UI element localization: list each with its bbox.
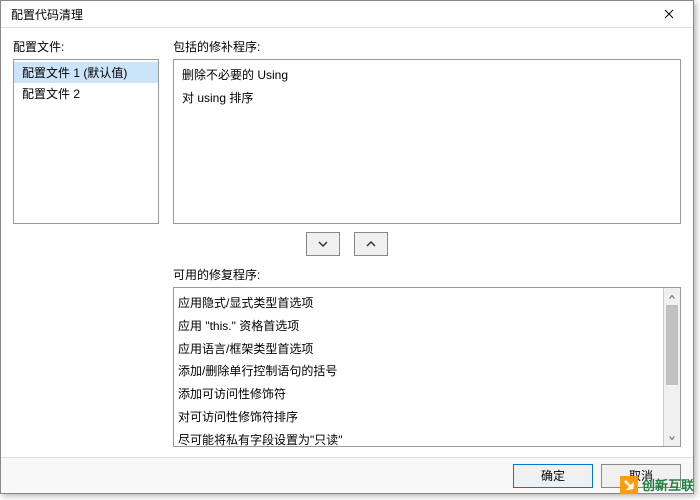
close-button[interactable]	[649, 1, 689, 27]
available-label: 可用的修复程序:	[173, 266, 681, 283]
move-down-button[interactable]	[306, 232, 340, 256]
list-item[interactable]: 添加/删除单行控制语句的括号	[178, 360, 659, 383]
list-item[interactable]: 对 using 排序	[182, 87, 672, 110]
ok-button[interactable]: 确定	[513, 464, 593, 488]
chevron-up-icon	[366, 239, 376, 249]
move-up-button[interactable]	[354, 232, 388, 256]
chevron-down-icon	[318, 239, 328, 249]
close-icon	[664, 9, 674, 19]
dialog-body: 配置文件: 配置文件 1 (默认值) 配置文件 2 包括的修补程序: 删除不必要…	[1, 28, 693, 447]
dialog-window: 配置代码清理 配置文件: 配置文件 1 (默认值) 配置文件 2 包括的修补程序…	[0, 0, 694, 494]
scroll-up-icon[interactable]	[664, 288, 680, 305]
list-item[interactable]: 尽可能将私有字段设置为"只读"	[178, 429, 659, 446]
cancel-button[interactable]: 取消	[601, 464, 681, 488]
window-title: 配置代码清理	[11, 6, 83, 23]
list-item[interactable]: 应用隐式/显式类型首选项	[178, 292, 659, 315]
scroll-down-icon[interactable]	[664, 429, 680, 446]
list-item[interactable]: 应用 "this." 资格首选项	[178, 315, 659, 338]
scrollbar-track[interactable]	[664, 385, 680, 429]
list-item[interactable]: 配置文件 2	[14, 83, 158, 104]
dialog-footer: 确定 取消	[1, 457, 693, 493]
titlebar: 配置代码清理	[1, 1, 693, 28]
available-fixers-box[interactable]: 应用隐式/显式类型首选项 应用 "this." 资格首选项 应用语言/框架类型首…	[173, 287, 681, 447]
list-item[interactable]: 添加可访问性修饰符	[178, 383, 659, 406]
profiles-listbox[interactable]: 配置文件 1 (默认值) 配置文件 2	[13, 59, 159, 224]
included-label: 包括的修补程序:	[173, 38, 681, 55]
scrollbar[interactable]	[663, 288, 680, 446]
scrollbar-thumb[interactable]	[666, 305, 678, 385]
list-item[interactable]: 对可访问性修饰符排序	[178, 406, 659, 429]
list-item[interactable]: 配置文件 1 (默认值)	[14, 62, 158, 83]
list-item[interactable]: 应用语言/框架类型首选项	[178, 338, 659, 361]
list-item[interactable]: 删除不必要的 Using	[182, 64, 672, 87]
profiles-label: 配置文件:	[13, 38, 159, 55]
included-fixers-box[interactable]: 删除不必要的 Using 对 using 排序	[173, 59, 681, 224]
